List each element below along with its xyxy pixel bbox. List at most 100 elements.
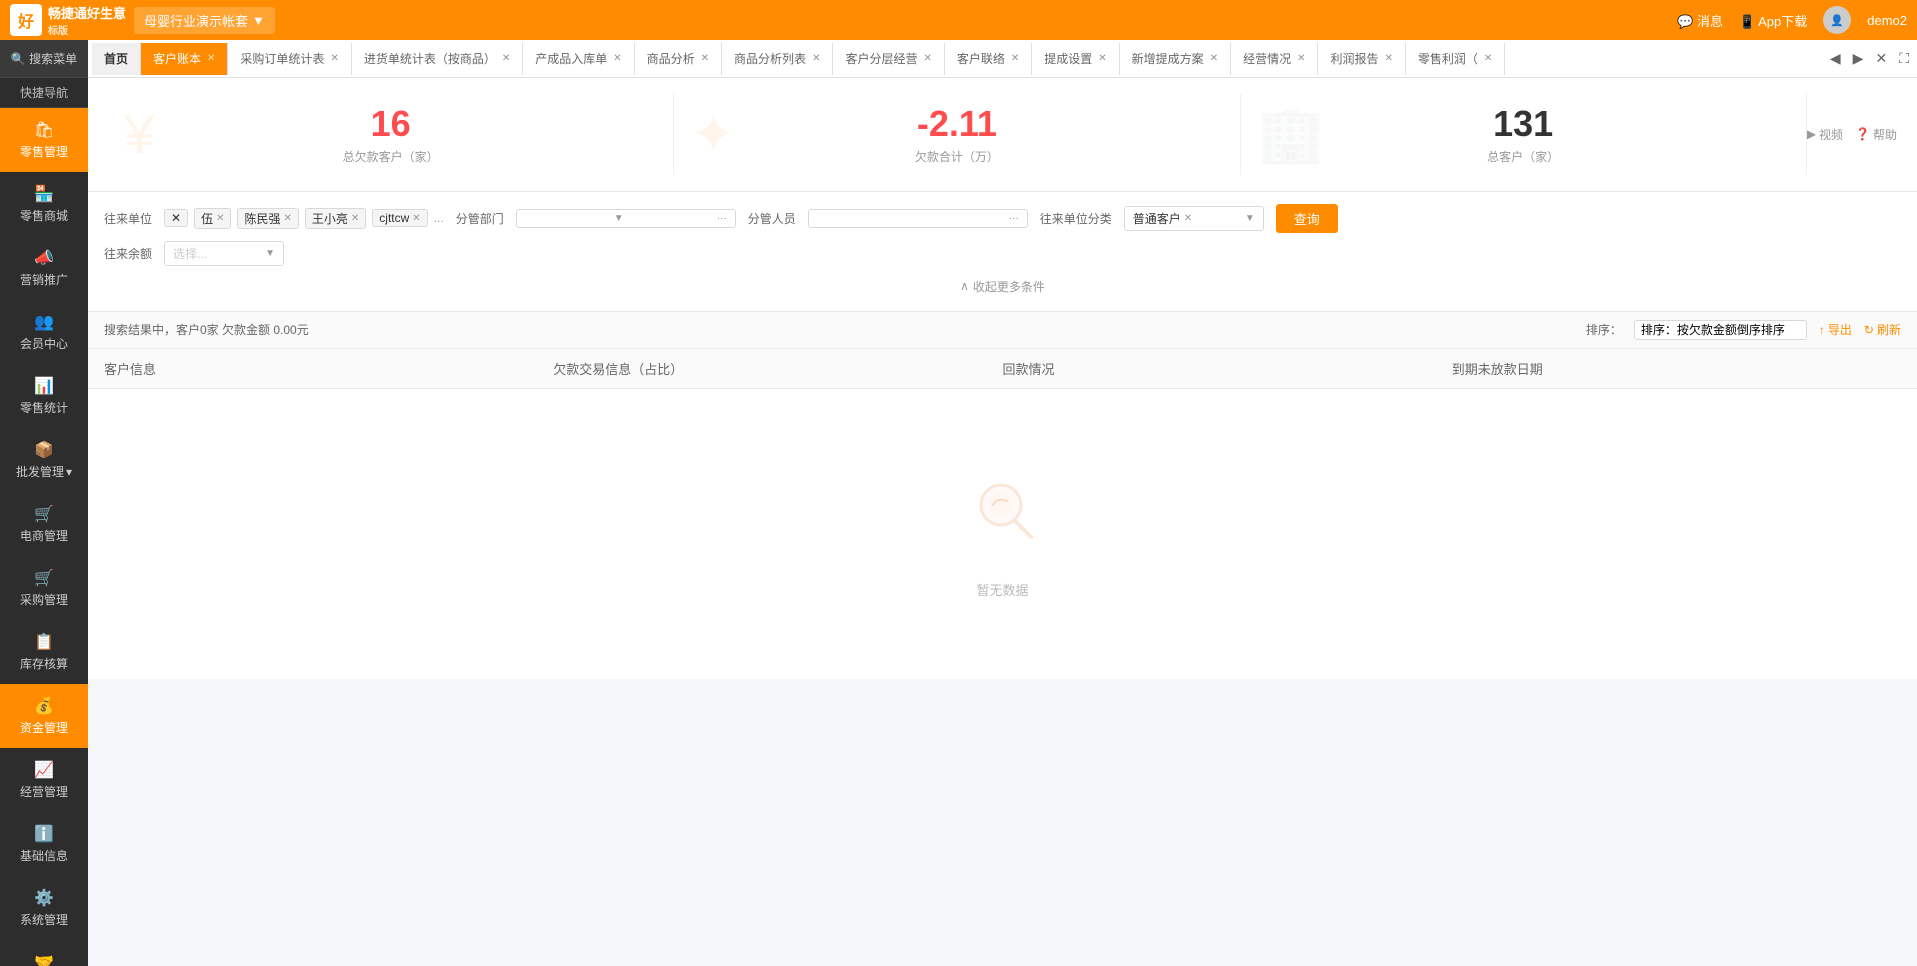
fullscreen-btn[interactable]: ⛶ — [1895, 48, 1913, 69]
user-name[interactable]: demo2 — [1867, 13, 1907, 28]
filter-tag-all[interactable]: ✕ — [164, 209, 188, 227]
unit-type-label: 往来单位分类 — [1040, 210, 1112, 227]
unit-type-selector[interactable]: 普通客户 ✕ ▼ — [1124, 206, 1264, 231]
close-tab-product-analysis[interactable]: ✕ — [701, 53, 709, 64]
sidebar-item-retail-mall[interactable]: 🏪 零售商城 — [0, 172, 88, 236]
filter-more-btn[interactable]: ... — [434, 211, 444, 225]
sidebar-quick-nav[interactable]: 快捷导航 — [0, 78, 88, 108]
member-center-icon: 👥 — [34, 312, 54, 332]
sidebar-item-marketing[interactable]: 📣 营销推广 — [0, 236, 88, 300]
sidebar-item-operations[interactable]: 📈 经营管理 — [0, 748, 88, 812]
tab-customer-ledger[interactable]: 客户账本 ✕ — [141, 43, 228, 75]
tab-home[interactable]: 首页 — [92, 43, 141, 75]
sidebar-item-member-center[interactable]: 👥 会员中心 — [0, 300, 88, 364]
tenant-selector[interactable]: 母婴行业演示帐套 ▼ — [134, 7, 275, 34]
tab-customer-layer[interactable]: 客户分层经营 ✕ — [833, 43, 944, 75]
sidebar-item-purchase[interactable]: 🛒 采购管理 — [0, 556, 88, 620]
close-tag-chen[interactable]: ✕ — [284, 213, 292, 224]
filter-tag-wu[interactable]: 伍 ✕ — [194, 208, 231, 229]
close-tab-customer-layer[interactable]: ✕ — [923, 53, 931, 64]
close-tag-wu[interactable]: ✕ — [216, 213, 224, 224]
avatar: 👤 — [1823, 6, 1851, 34]
close-tab-operations[interactable]: ✕ — [1297, 53, 1305, 64]
sidebar-item-retail-mgmt[interactable]: 🛍 零售管理 — [0, 108, 88, 172]
sort-label: 排序： — [1586, 321, 1622, 338]
sidebar-item-system[interactable]: ⚙️ 系统管理 — [0, 876, 88, 940]
export-btn[interactable]: ↑ 导出 — [1819, 321, 1852, 338]
close-tab-customer-contact[interactable]: ✕ — [1011, 53, 1019, 64]
table-header-customer: 客户信息 — [104, 359, 553, 378]
tab-product-analysis-list[interactable]: 商品分析列表 ✕ — [722, 43, 833, 75]
stat-customers-label: 总欠款客户（家） — [343, 148, 439, 165]
filter-tag-wang[interactable]: 王小亮 ✕ — [305, 208, 366, 229]
empty-state: 暂无数据 — [88, 389, 1917, 679]
close-tab-customer-ledger[interactable]: ✕ — [207, 53, 215, 64]
tab-improve-settings[interactable]: 提成设置 ✕ — [1032, 43, 1119, 75]
stat-block-customers: ¥ 16 总欠款客户（家） — [108, 94, 674, 175]
collapse-filter-btn[interactable]: ∧ 收起更多条件 — [104, 274, 1901, 299]
stat-amount-label: 欠款合计（万） — [915, 148, 999, 165]
prev-tab-btn[interactable]: ◀ — [1826, 48, 1845, 69]
tab-purchase-order[interactable]: 采购订单统计表 ✕ — [228, 43, 351, 75]
filter-tags: ✕ 伍 ✕ 陈民强 ✕ 王小亮 — [164, 208, 444, 229]
close-tag-cjttcw[interactable]: ✕ — [412, 213, 420, 224]
sidebar-item-batch-mgmt[interactable]: 📦 批发管理 ▾ — [0, 428, 88, 492]
stat-block-total: 🏢 131 总客户（家） — [1241, 94, 1807, 175]
tab-product-inbound[interactable]: 产成品入库单 ✕ — [523, 43, 634, 75]
close-unit-type-tag[interactable]: ✕ — [1184, 213, 1192, 224]
page-content: ¥ 16 总欠款客户（家） ✦ -2.11 欠款合计（万） 🏢 131 总客户（… — [88, 78, 1917, 966]
stat-block-amount: ✦ -2.11 欠款合计（万） — [674, 94, 1240, 175]
sort-select[interactable]: 排序：按欠款金额倒序排序 — [1634, 320, 1807, 340]
close-tab-product-inbound[interactable]: ✕ — [613, 53, 621, 64]
video-help-btn[interactable]: ▶ 视频 — [1807, 126, 1843, 143]
close-tab-purchase-order[interactable]: ✕ — [330, 53, 338, 64]
tenant-dropdown-arrow: ▼ — [252, 13, 265, 28]
help-btn[interactable]: ❓ 帮助 — [1855, 126, 1897, 143]
sidebar-search[interactable]: 🔍 搜索菜单 — [0, 40, 88, 78]
sidebar-item-ecommerce[interactable]: 🛒 电商管理 — [0, 492, 88, 556]
tab-operations[interactable]: 经营情况 ✕ — [1231, 43, 1318, 75]
stat-customers-number: 16 — [371, 104, 411, 144]
close-tag-wang[interactable]: ✕ — [351, 213, 359, 224]
result-actions: 排序： 排序：按欠款金额倒序排序 ▼ ↑ 导出 ↻ 刷新 — [1586, 320, 1901, 340]
tab-product-analysis[interactable]: 商品分析 ✕ — [635, 43, 722, 75]
close-tab-retail-profit[interactable]: ✕ — [1484, 53, 1492, 64]
manager-more-icon[interactable]: ··· — [1009, 213, 1019, 224]
sidebar-item-retail-stats[interactable]: 📊 零售统计 — [0, 364, 88, 428]
close-all-tabs-btn[interactable]: ✕ — [1871, 48, 1891, 69]
tab-bar: 首页 客户账本 ✕ 采购订单统计表 ✕ 进货单统计表（按商品） ✕ 产成品入库单… — [88, 40, 1917, 78]
close-tab-purchase-stats[interactable]: ✕ — [502, 53, 510, 64]
manager-label: 分管人员 — [748, 210, 796, 227]
tab-new-improve[interactable]: 新增提成方案 ✕ — [1120, 43, 1231, 75]
app-download-btn[interactable]: 📱 App下载 — [1739, 11, 1807, 30]
manager-selector[interactable]: ··· — [808, 209, 1028, 228]
tab-profit-report[interactable]: 利润报告 ✕ — [1318, 43, 1405, 75]
operations-icon: 📈 — [34, 760, 54, 780]
balance-selector[interactable]: 选择... ▼ — [164, 241, 284, 266]
stat-bg-total-icon: 🏢 — [1257, 102, 1325, 167]
tab-retail-profit[interactable]: 零售利润（ ✕ — [1406, 43, 1505, 75]
tab-customer-contact[interactable]: 客户联络 ✕ — [945, 43, 1032, 75]
close-tab-product-analysis-list[interactable]: ✕ — [812, 53, 820, 64]
tab-purchase-stats[interactable]: 进货单统计表（按商品） ✕ — [352, 43, 523, 75]
sidebar-item-inventory[interactable]: 📋 库存核算 — [0, 620, 88, 684]
close-tab-profit-report[interactable]: ✕ — [1385, 53, 1393, 64]
sidebar-item-finance[interactable]: 💰 资金管理 — [0, 684, 88, 748]
result-summary: 搜索结果中，客户0家 欠款金额 0.00元 — [104, 321, 309, 338]
messages-btn[interactable]: 💬 消息 — [1677, 11, 1723, 30]
sidebar-item-basic-info[interactable]: ℹ️ 基础信息 — [0, 812, 88, 876]
help-area: ▶ 视频 ❓ 帮助 — [1807, 126, 1897, 143]
unit-type-tag: 普通客户 ✕ — [1133, 210, 1192, 227]
refresh-btn[interactable]: ↻ 刷新 — [1864, 321, 1901, 338]
branch-clear-icon[interactable]: ··· — [717, 213, 727, 224]
balance-label: 往来余额 — [104, 245, 152, 262]
query-button[interactable]: 查询 — [1276, 204, 1338, 233]
sidebar-item-enterprise-coop[interactable]: 🤝 企业协同 — [0, 940, 88, 966]
filter-tag-chen[interactable]: 陈民强 ✕ — [237, 208, 298, 229]
next-tab-btn[interactable]: ▶ — [1849, 48, 1868, 69]
branch-selector[interactable]: ▼ ··· — [516, 209, 736, 228]
filter-tag-cjttcw[interactable]: cjttcw ✕ — [372, 209, 427, 227]
close-tab-new-improve[interactable]: ✕ — [1210, 53, 1218, 64]
balance-placeholder: 选择... — [173, 245, 207, 262]
close-tab-improve-settings[interactable]: ✕ — [1098, 53, 1106, 64]
